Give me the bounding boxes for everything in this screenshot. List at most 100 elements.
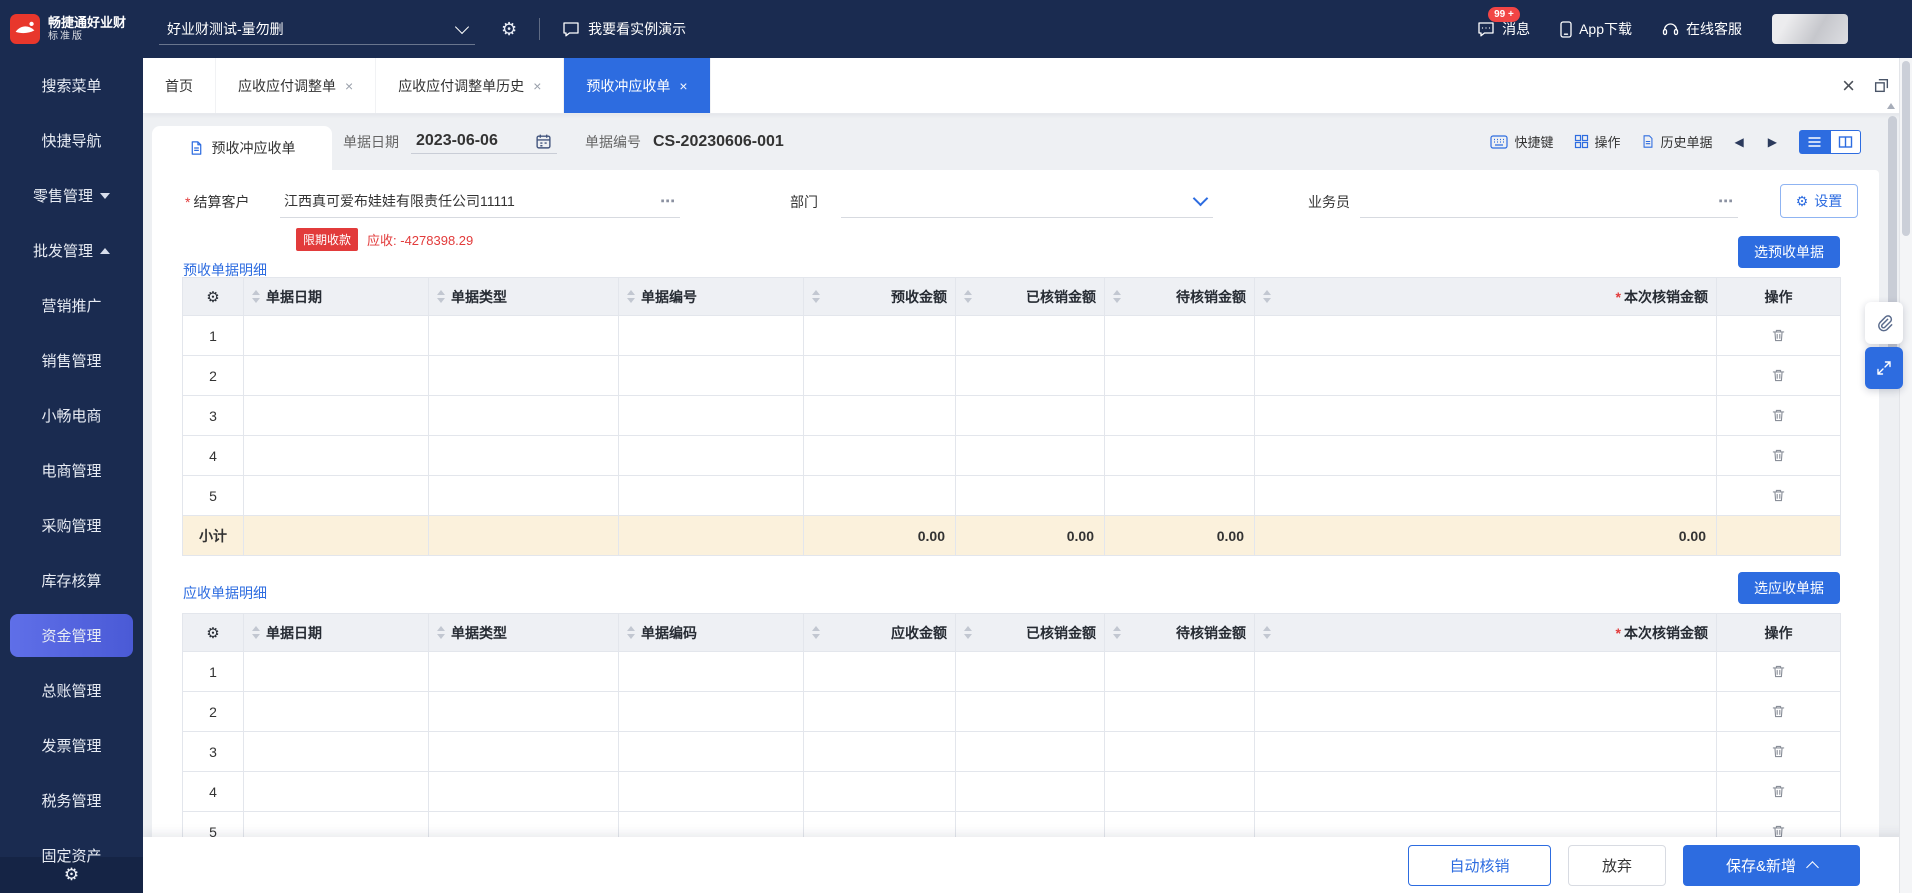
cell-verified[interactable] <box>955 651 1105 692</box>
cell-current[interactable] <box>1254 731 1717 772</box>
sidebar-item-xiaochang-ecommerce[interactable]: 小畅电商 <box>0 388 143 443</box>
table-row[interactable]: 4 <box>182 771 1841 812</box>
cell-date[interactable] <box>243 731 429 772</box>
cell-no[interactable] <box>618 355 804 396</box>
cell-type[interactable] <box>428 435 619 476</box>
sidebar-item-quick-nav[interactable]: 快捷导航 <box>0 113 143 168</box>
table-row[interactable]: 1 <box>182 315 1841 356</box>
cell-amount[interactable] <box>803 651 956 692</box>
cell-pending[interactable] <box>1104 395 1255 436</box>
cell-type[interactable] <box>428 475 619 516</box>
calendar-icon[interactable] <box>535 133 552 150</box>
cell-current[interactable] <box>1254 651 1717 692</box>
cell-no[interactable] <box>618 691 804 732</box>
dept-field[interactable] <box>841 184 1213 218</box>
select-prepay-docs-button[interactable]: 选预收单据 <box>1738 236 1840 268</box>
table-row[interactable]: 5 <box>182 475 1841 516</box>
close-tab-icon[interactable]: × <box>533 78 541 94</box>
cell-pending[interactable] <box>1104 315 1255 356</box>
sidebar-item-purchase-mgmt[interactable]: 采购管理 <box>0 498 143 553</box>
cell-type[interactable] <box>428 355 619 396</box>
cell-pending[interactable] <box>1104 435 1255 476</box>
cell-pending[interactable] <box>1104 691 1255 732</box>
settings-button[interactable]: ⚙ 设置 <box>1780 184 1858 218</box>
table-settings-icon[interactable]: ⚙ <box>182 613 244 652</box>
delete-row-button[interactable] <box>1769 782 1788 801</box>
column-header-no[interactable]: 单据编码 <box>627 623 795 643</box>
lookup-icon[interactable]: ⋯ <box>660 192 676 210</box>
chevron-down-icon[interactable] <box>1192 190 1209 207</box>
cell-verified[interactable] <box>955 771 1105 812</box>
cell-pending[interactable] <box>1104 771 1255 812</box>
table-row[interactable]: 1 <box>182 651 1841 692</box>
demo-link[interactable]: 我要看实例演示 <box>562 19 686 39</box>
cell-type[interactable] <box>428 651 619 692</box>
history-docs-button[interactable]: 历史单据 <box>1641 132 1713 151</box>
cell-amount[interactable] <box>803 395 956 436</box>
column-header-verified[interactable]: 已核销金额 <box>964 623 1096 643</box>
delete-row-button[interactable] <box>1769 326 1788 345</box>
salesman-field[interactable]: ⋯ <box>1360 184 1738 218</box>
delete-row-button[interactable] <box>1769 446 1788 465</box>
table-row[interactable]: 3 <box>182 731 1841 772</box>
cell-date[interactable] <box>243 651 429 692</box>
cell-date[interactable] <box>243 355 429 396</box>
cell-date[interactable] <box>243 315 429 356</box>
column-header-amount[interactable]: 预收金额 <box>812 287 947 307</box>
cell-current[interactable] <box>1254 395 1717 436</box>
table-row[interactable]: 3 <box>182 395 1841 436</box>
form-view-toggle[interactable] <box>1830 129 1861 154</box>
delete-row-button[interactable] <box>1769 366 1788 385</box>
column-header-date[interactable]: 单据日期 <box>252 623 420 643</box>
expand-button[interactable] <box>1865 347 1903 389</box>
cell-pending[interactable] <box>1104 731 1255 772</box>
cell-date[interactable] <box>243 691 429 732</box>
cell-amount[interactable] <box>803 315 956 356</box>
cell-no[interactable] <box>618 731 804 772</box>
cell-type[interactable] <box>428 691 619 732</box>
cell-amount[interactable] <box>803 731 956 772</box>
cell-amount[interactable] <box>803 771 956 812</box>
cell-current[interactable] <box>1254 315 1717 356</box>
cell-no[interactable] <box>618 651 804 692</box>
delete-row-button[interactable] <box>1769 406 1788 425</box>
cell-current[interactable] <box>1254 691 1717 732</box>
cell-verified[interactable] <box>955 691 1105 732</box>
column-header-current[interactable]: * 本次核销金额 <box>1263 287 1708 307</box>
cell-no[interactable] <box>618 771 804 812</box>
discard-button[interactable]: 放弃 <box>1568 844 1666 886</box>
cell-verified[interactable] <box>955 731 1105 772</box>
column-header-pending[interactable]: 待核销金额 <box>1113 287 1246 307</box>
cell-no[interactable] <box>618 315 804 356</box>
topbar-gear-icon[interactable]: ⚙ <box>501 19 517 40</box>
page-scrollbar-thumb[interactable] <box>1902 61 1910 236</box>
cell-date[interactable] <box>243 435 429 476</box>
delete-row-button[interactable] <box>1769 486 1788 505</box>
sidebar-item-funds-mgmt[interactable]: 资金管理 <box>0 608 143 663</box>
cell-date[interactable] <box>243 475 429 516</box>
cell-verified[interactable] <box>955 395 1105 436</box>
sidebar-item-tax-mgmt[interactable]: 税务管理 <box>0 773 143 828</box>
cell-verified[interactable] <box>955 435 1105 476</box>
shortcut-keys-button[interactable]: 快捷键 <box>1490 132 1554 151</box>
cell-no[interactable] <box>618 395 804 436</box>
sidebar-item-sales-mgmt[interactable]: 销售管理 <box>0 333 143 388</box>
cell-type[interactable] <box>428 315 619 356</box>
column-header-date[interactable]: 单据日期 <box>252 287 420 307</box>
user-avatar[interactable] <box>1772 14 1848 44</box>
cell-current[interactable] <box>1254 771 1717 812</box>
column-header-type[interactable]: 单据类型 <box>437 623 610 643</box>
customer-field[interactable]: 江西真可爱布娃娃有限责任公司11111 ⋯ <box>280 184 680 218</box>
sidebar-item-search-menu[interactable]: 搜索菜单 <box>0 58 143 113</box>
account-selector[interactable]: 好业财测试-量勿删 <box>159 14 475 45</box>
tab-prepay-offset[interactable]: 预收冲应收单 × <box>564 58 711 113</box>
close-all-tabs-icon[interactable]: × <box>1842 74 1855 97</box>
attachment-button[interactable] <box>1865 302 1903 344</box>
sidebar-item-wholesale-mgmt[interactable]: 批发管理 <box>0 223 143 278</box>
cell-verified[interactable] <box>955 355 1105 396</box>
page-scrollbar[interactable] <box>1899 58 1912 893</box>
sidebar-item-inventory-accounting[interactable]: 库存核算 <box>0 553 143 608</box>
receivable-section-title[interactable]: 应收单据明细 <box>183 583 267 603</box>
cell-amount[interactable] <box>803 355 956 396</box>
cell-date[interactable] <box>243 395 429 436</box>
